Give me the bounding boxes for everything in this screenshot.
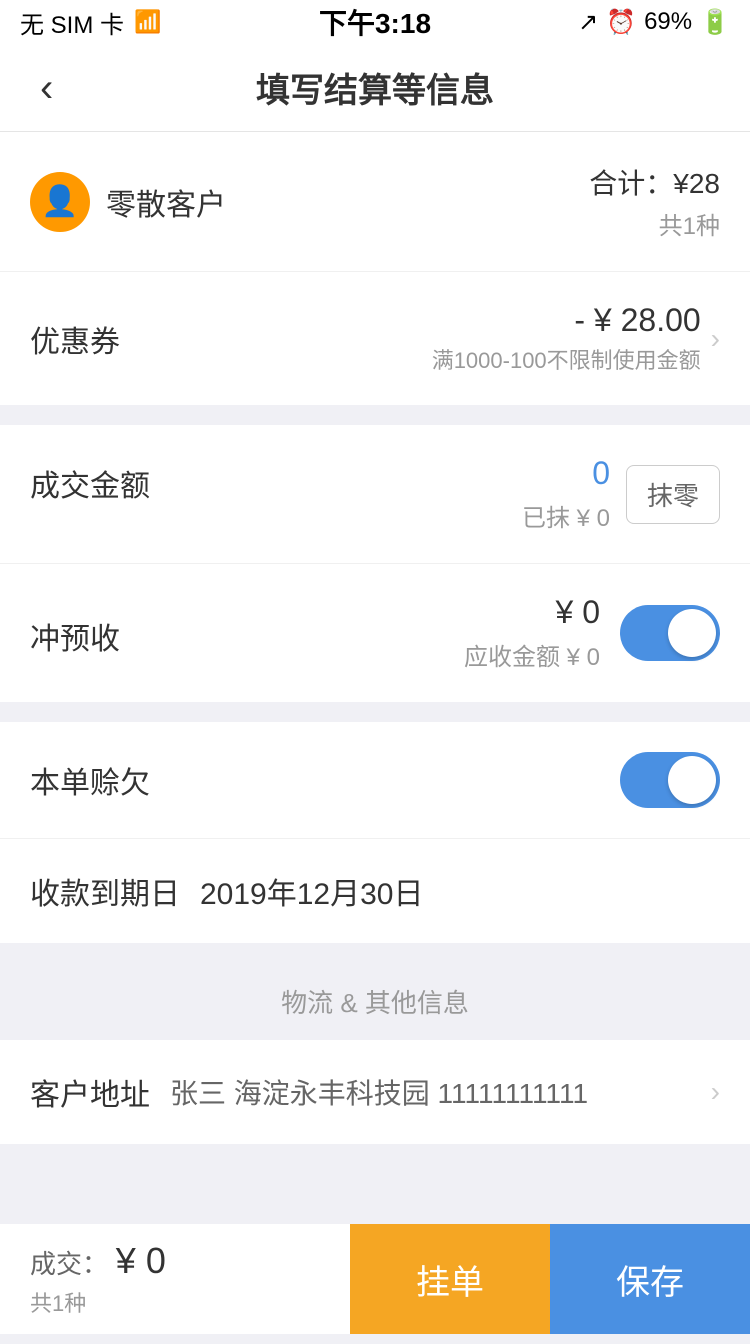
- customer-name: 零散客户: [106, 180, 226, 224]
- avatar: 👤: [30, 172, 90, 232]
- transaction-amount-row: 成交金额 0 已抹 ¥ 0 抹零: [0, 425, 750, 564]
- precollect-value-col: ¥ 0 应收金额 ¥ 0: [464, 594, 600, 672]
- coupon-label: 优惠券: [30, 317, 120, 361]
- status-bar-time: 下午3:18: [319, 2, 431, 42]
- bottom-amount: ¥ 0: [116, 1240, 166, 1281]
- customer-row: 👤 零散客户 合计：¥28 共1种: [0, 132, 750, 271]
- back-button[interactable]: ‹: [30, 58, 63, 118]
- debt-row: 本单赊欠: [0, 722, 750, 838]
- main-content: 👤 零散客户 合计：¥28 共1种 优惠券 - ¥ 28.00 满1000-10…: [0, 132, 750, 1344]
- battery-icon: 🔋: [700, 8, 730, 37]
- status-bar-left: 无 SIM 卡 📶: [20, 5, 161, 40]
- bottom-info: 成交： ¥ 0 共1种: [0, 1240, 350, 1318]
- nav-bar: ‹ 填写结算等信息: [0, 44, 750, 132]
- customer-card-section: 👤 零散客户 合计：¥28 共1种 优惠券 - ¥ 28.00 满1000-10…: [0, 132, 750, 405]
- coupon-desc: 满1000-100不限制使用金额: [432, 343, 701, 375]
- customer-total: 合计：¥28: [589, 162, 720, 202]
- debt-toggle[interactable]: [620, 752, 720, 808]
- round-zero-button[interactable]: 抹零: [626, 465, 720, 524]
- coupon-row[interactable]: 优惠券 - ¥ 28.00 满1000-100不限制使用金额 ›: [0, 271, 750, 405]
- bottom-deal-label: 成交：: [30, 1249, 108, 1279]
- transaction-sub: 已抹 ¥ 0: [522, 498, 610, 533]
- save-button[interactable]: 保存: [550, 1224, 750, 1334]
- status-bar: 无 SIM 卡 📶 下午3:18 ↗ ⏰ 69% 🔋: [0, 0, 750, 44]
- address-value: 张三 海淀永丰科技园 11111111111: [170, 1072, 711, 1112]
- due-date-row: 收款到期日 2019年12月30日: [0, 838, 750, 943]
- precollect-sub: 应收金额 ¥ 0: [464, 637, 600, 672]
- transaction-amount: 0: [522, 455, 610, 492]
- due-date-label: 收款到期日: [30, 869, 180, 913]
- customer-count: 共1种: [589, 206, 720, 241]
- page-title: 填写结算等信息: [256, 63, 494, 112]
- address-row[interactable]: 客户地址 张三 海淀永丰科技园 11111111111 ›: [0, 1040, 750, 1144]
- address-label: 客户地址: [30, 1070, 150, 1114]
- status-bar-right: ↗ ⏰ 69% 🔋: [578, 8, 730, 37]
- logistics-label: 物流 & 其他信息: [281, 988, 469, 1018]
- transaction-value-col: 0 已抹 ¥ 0: [522, 455, 610, 533]
- transaction-section: 成交金额 0 已抹 ¥ 0 抹零 冲预收 ¥ 0 应收金额 ¥ 0: [0, 425, 750, 702]
- precollect-amount: ¥ 0: [464, 594, 600, 631]
- coupon-value: - ¥ 28.00 满1000-100不限制使用金额: [432, 302, 701, 375]
- chevron-right-icon: ›: [711, 323, 720, 355]
- precollect-right: ¥ 0 应收金额 ¥ 0: [464, 594, 720, 672]
- customer-left: 👤 零散客户: [30, 172, 226, 232]
- toggle-knob: [668, 609, 716, 657]
- debt-label: 本单赊欠: [30, 758, 150, 802]
- customer-right: 合计：¥28 共1种: [589, 162, 720, 241]
- coupon-right: - ¥ 28.00 满1000-100不限制使用金额 ›: [432, 302, 720, 375]
- precollect-toggle[interactable]: [620, 605, 720, 661]
- battery-text: 69%: [644, 8, 692, 36]
- transaction-right: 0 已抹 ¥ 0 抹零: [522, 455, 720, 533]
- logistics-header: 物流 & 其他信息: [0, 963, 750, 1040]
- due-date-value: 2019年12月30日: [200, 869, 423, 913]
- hang-order-button[interactable]: 挂单: [350, 1224, 550, 1334]
- avatar-icon: 👤: [41, 184, 78, 219]
- address-chevron-icon: ›: [711, 1076, 720, 1108]
- carrier-text: 无 SIM 卡: [20, 5, 124, 40]
- coupon-amount: - ¥ 28.00: [432, 302, 701, 339]
- precollect-label: 冲预收: [30, 608, 120, 658]
- alarm-icon: ⏰: [606, 8, 636, 37]
- bottom-deal-row: 成交： ¥ 0: [30, 1240, 320, 1282]
- location-icon: ↗: [578, 8, 598, 37]
- bottom-count: 共1种: [30, 1286, 320, 1318]
- precollect-row: 冲预收 ¥ 0 应收金额 ¥ 0: [0, 564, 750, 702]
- transaction-label: 成交金额: [30, 455, 150, 505]
- debt-toggle-knob: [668, 756, 716, 804]
- debt-section: 本单赊欠 收款到期日 2019年12月30日: [0, 722, 750, 943]
- wifi-icon: 📶: [134, 9, 161, 35]
- bottom-bar: 成交： ¥ 0 共1种 挂单 保存: [0, 1224, 750, 1334]
